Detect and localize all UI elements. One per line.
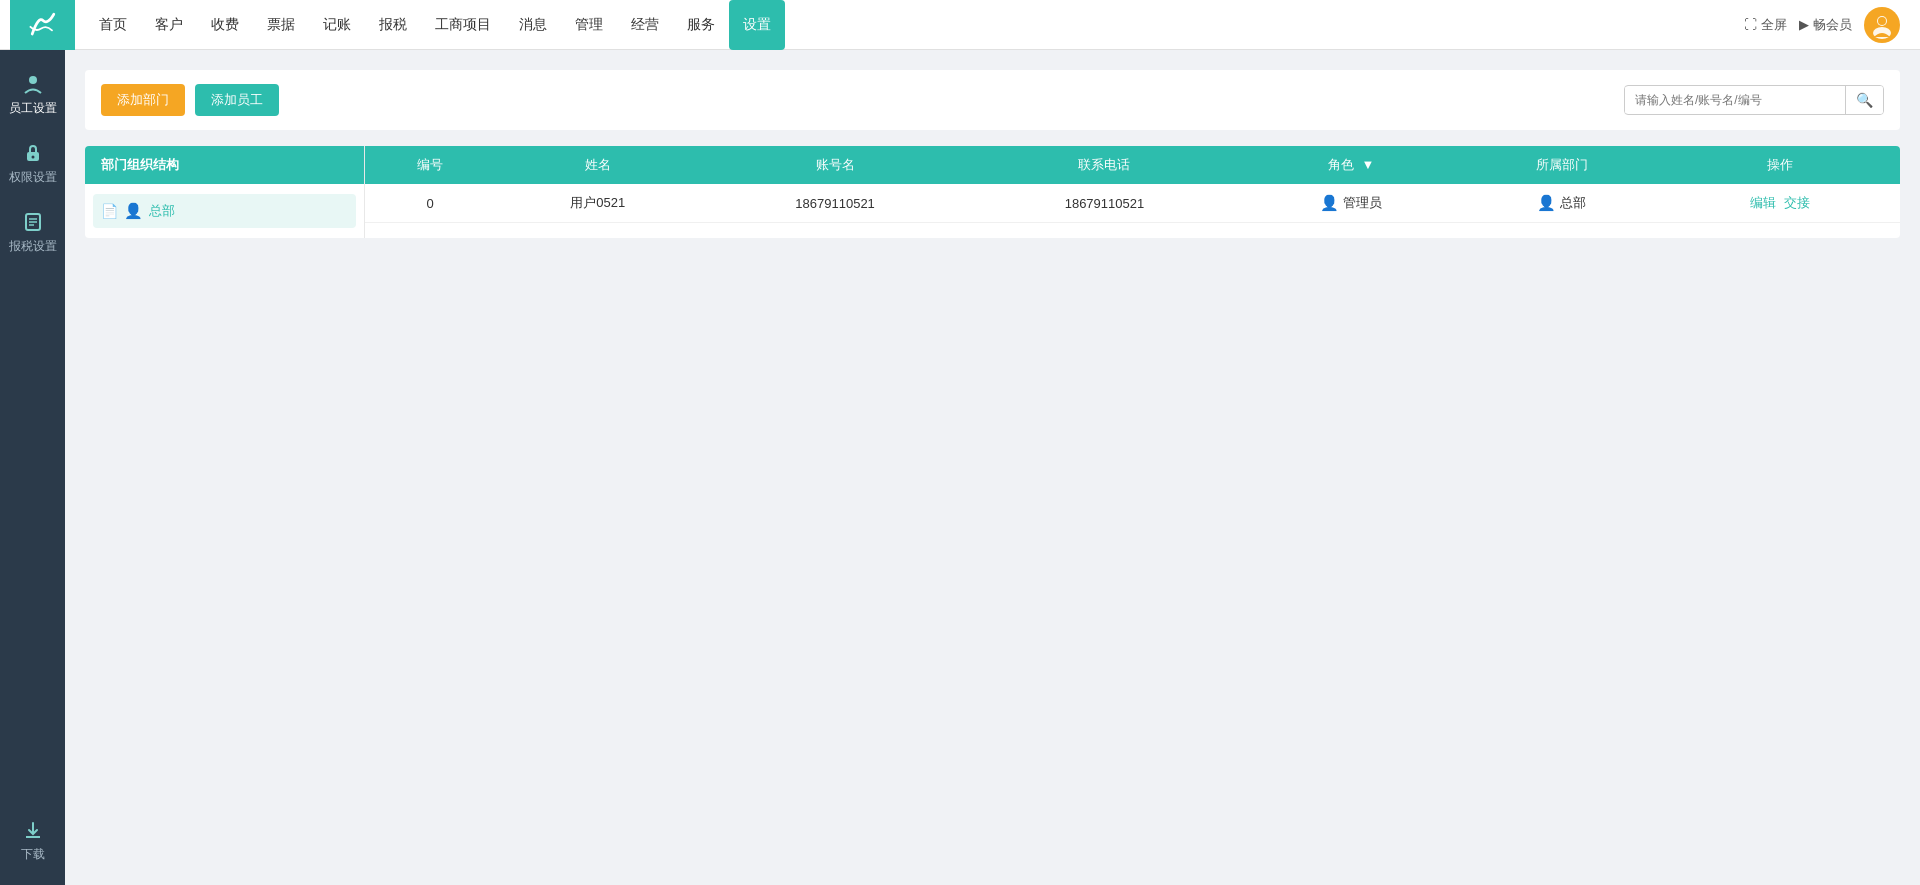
- svg-point-3: [29, 76, 37, 84]
- action-编辑[interactable]: 编辑: [1750, 195, 1776, 210]
- col-dept: 所属部门: [1463, 146, 1661, 184]
- sidebar-download[interactable]: 下载: [0, 806, 65, 875]
- nav-accounting[interactable]: 记账: [309, 0, 365, 50]
- svg-point-2: [1878, 17, 1886, 25]
- nav-home[interactable]: 首页: [85, 0, 141, 50]
- fullscreen-icon: ⛶: [1744, 17, 1757, 32]
- col-actions: 操作: [1661, 146, 1900, 184]
- fullscreen-button[interactable]: ⛶ 全屏: [1744, 16, 1787, 34]
- cell-id: 0: [365, 184, 495, 223]
- dept-name: 总部: [1560, 194, 1586, 212]
- table-body: 0 用户0521 18679110521 18679110521 👤 管理员 👤…: [365, 184, 1900, 223]
- nav-message[interactable]: 消息: [505, 0, 561, 50]
- action-交接[interactable]: 交接: [1784, 195, 1810, 210]
- user-avatar[interactable]: [1864, 7, 1900, 43]
- dept-tree: 部门组织结构 📄 👤 总部: [85, 146, 365, 238]
- col-account: 账号名: [700, 146, 969, 184]
- vip-icon: ▶: [1799, 17, 1809, 32]
- col-phone: 联系电话: [970, 146, 1239, 184]
- col-id: 编号: [365, 146, 495, 184]
- col-name: 姓名: [495, 146, 700, 184]
- cell-account: 18679110521: [700, 184, 969, 223]
- dept-user-icon: 👤: [1537, 194, 1556, 212]
- filter-icon[interactable]: ▼: [1361, 157, 1374, 172]
- main-content: 添加部门 添加员工 🔍 部门组织结构 📄 👤 总部: [65, 50, 1920, 885]
- dept-tree-item-label: 总部: [149, 202, 175, 220]
- download-icon: [21, 818, 45, 842]
- nav-settings[interactable]: 设置: [729, 0, 785, 50]
- nav-fee[interactable]: 收费: [197, 0, 253, 50]
- sidebar: 员工设置 权限设置 报税设置: [0, 50, 65, 885]
- nav-tax[interactable]: 报税: [365, 0, 421, 50]
- report-icon: [21, 210, 45, 234]
- table-header-row: 编号 姓名 账号名 联系电话 角色 ▼ 所属部门 操作: [365, 146, 1900, 184]
- sidebar-bottom: 下载: [0, 806, 65, 885]
- search-icon: 🔍: [1856, 92, 1873, 108]
- search-box: 🔍: [1624, 85, 1884, 115]
- vip-label: 畅会员: [1813, 16, 1852, 34]
- tree-file-icon: 📄: [101, 203, 118, 219]
- nav-client[interactable]: 客户: [141, 0, 197, 50]
- svg-point-5: [31, 156, 34, 159]
- table-row: 0 用户0521 18679110521 18679110521 👤 管理员 👤…: [365, 184, 1900, 223]
- content-layout: 部门组织结构 📄 👤 总部 编号 姓名 账号名 联系电话: [85, 146, 1900, 238]
- sidebar-item-employee[interactable]: 员工设置: [0, 60, 65, 129]
- top-navigation: 首页 客户 收费 票据 记账 报税 工商项目 消息 管理 经营 服务 设置 ⛶ …: [0, 0, 1920, 50]
- lock-icon: [21, 141, 45, 165]
- nav-right-area: ⛶ 全屏 ▶ 畅会员: [1744, 7, 1910, 43]
- nav-business[interactable]: 工商项目: [421, 0, 505, 50]
- role-name: 管理员: [1343, 194, 1382, 212]
- role-user-icon: 👤: [1320, 194, 1339, 212]
- nav-manage[interactable]: 管理: [561, 0, 617, 50]
- cell-dept: 👤 总部: [1463, 184, 1661, 223]
- person-icon: [21, 72, 45, 96]
- sidebar-employee-label: 员工设置: [9, 100, 57, 117]
- logo[interactable]: [10, 0, 75, 50]
- add-employee-button[interactable]: 添加员工: [195, 84, 279, 116]
- add-dept-button[interactable]: 添加部门: [101, 84, 185, 116]
- cell-actions: 编辑交接: [1661, 184, 1900, 223]
- employee-table: 编号 姓名 账号名 联系电话 角色 ▼ 所属部门 操作 0: [365, 146, 1900, 223]
- sidebar-item-permissions[interactable]: 权限设置: [0, 129, 65, 198]
- cell-name: 用户0521: [495, 184, 700, 223]
- cell-phone: 18679110521: [970, 184, 1239, 223]
- sidebar-download-label: 下载: [21, 846, 45, 863]
- toolbar: 添加部门 添加员工 🔍: [85, 70, 1900, 130]
- vip-button[interactable]: ▶ 畅会员: [1799, 16, 1852, 34]
- dept-tree-header: 部门组织结构: [85, 146, 364, 184]
- employee-table-container: 编号 姓名 账号名 联系电话 角色 ▼ 所属部门 操作 0: [365, 146, 1900, 238]
- nav-operation[interactable]: 经营: [617, 0, 673, 50]
- search-input[interactable]: [1625, 87, 1845, 113]
- sidebar-permissions-label: 权限设置: [9, 169, 57, 186]
- cell-role: 👤 管理员: [1239, 184, 1463, 223]
- fullscreen-label: 全屏: [1761, 16, 1787, 34]
- tree-user-icon: 👤: [124, 202, 143, 220]
- nav-menu: 首页 客户 收费 票据 记账 报税 工商项目 消息 管理 经营 服务 设置: [75, 0, 1744, 50]
- sidebar-tax-label: 报税设置: [9, 238, 57, 255]
- nav-service[interactable]: 服务: [673, 0, 729, 50]
- col-role: 角色 ▼: [1239, 146, 1463, 184]
- nav-bill[interactable]: 票据: [253, 0, 309, 50]
- sidebar-item-tax-settings[interactable]: 报税设置: [0, 198, 65, 267]
- dept-tree-body: 📄 👤 总部: [85, 184, 364, 238]
- search-button[interactable]: 🔍: [1845, 86, 1883, 114]
- dept-tree-item-headquarters[interactable]: 📄 👤 总部: [93, 194, 356, 228]
